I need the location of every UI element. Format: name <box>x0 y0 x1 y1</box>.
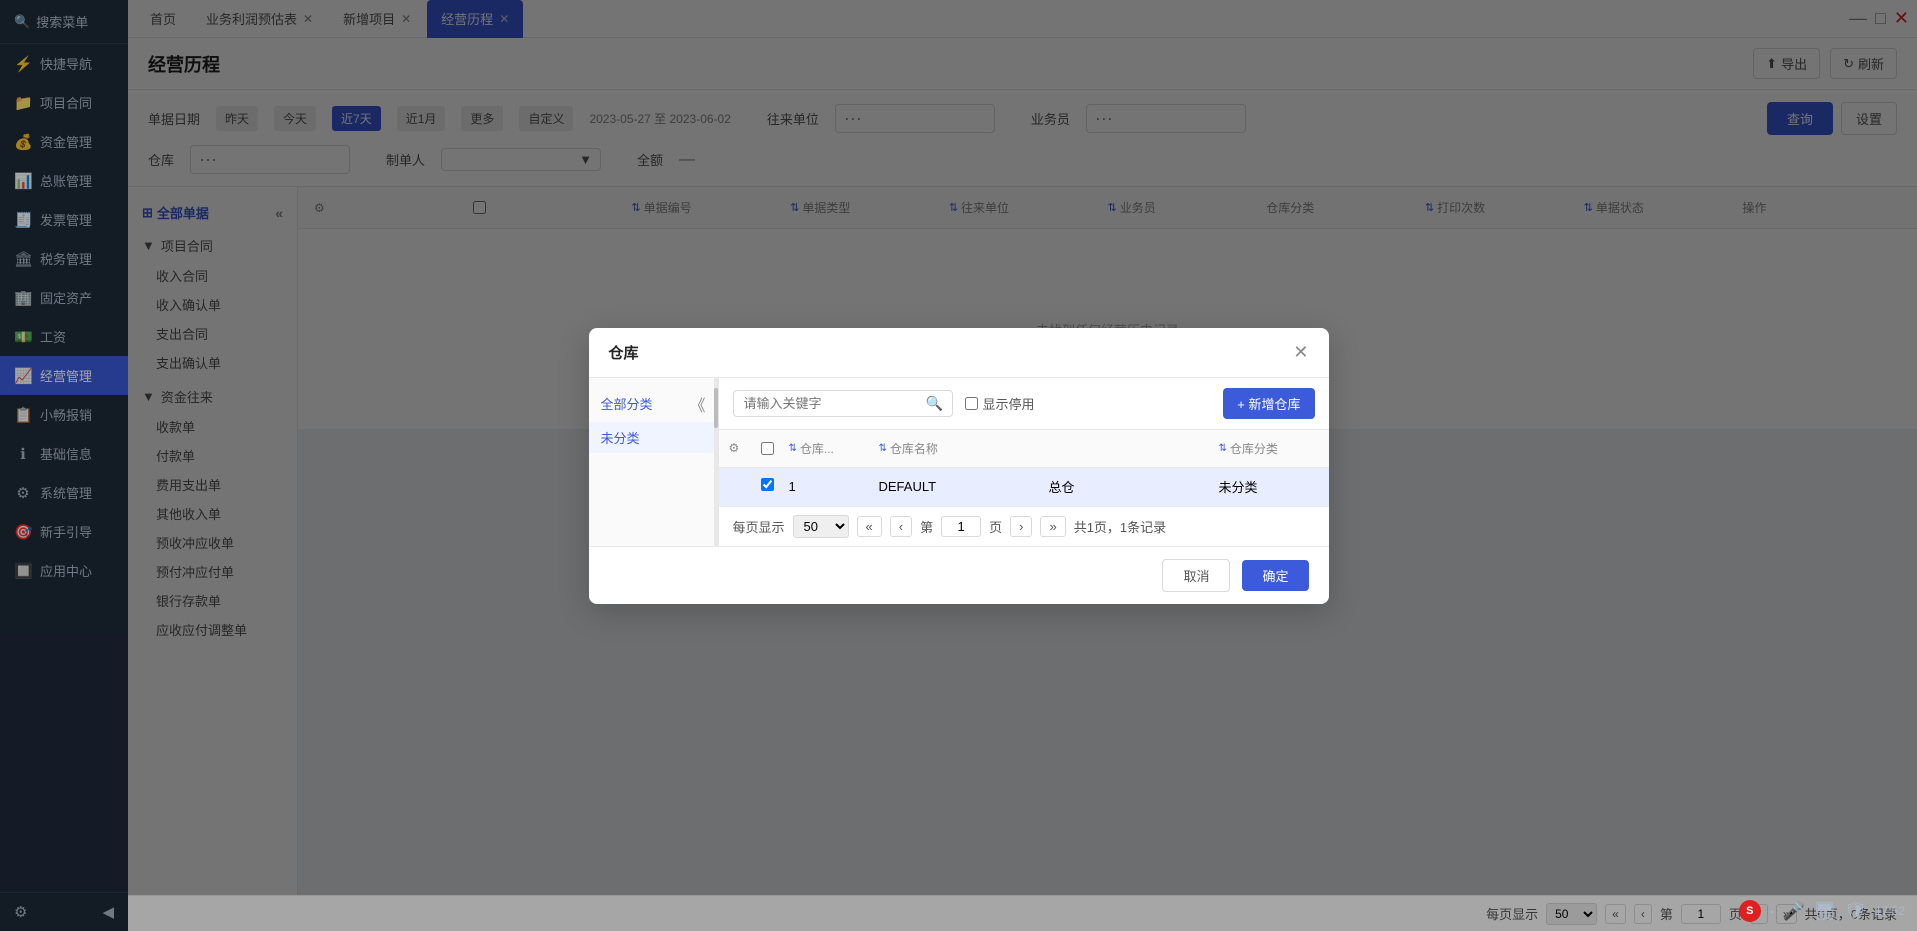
th-modal-gear: ⚙ <box>729 441 761 455</box>
left-scrollbar <box>714 378 718 546</box>
all-categories-label: 全部分类 <box>601 394 653 413</box>
modal-prev-page[interactable]: ‹ <box>890 516 912 537</box>
confirm-button[interactable]: 确定 <box>1242 560 1308 591</box>
show-disabled-text: 显示停用 <box>983 394 1035 413</box>
taskbar-time: 17:52 <box>1875 904 1905 918</box>
add-btn-label: + 新增仓库 <box>1237 394 1300 413</box>
modal-left-header[interactable]: 全部分类 《 <box>589 386 718 422</box>
col-label: 仓库... <box>800 440 834 457</box>
dialog-actions: 取消 确定 <box>589 546 1329 604</box>
modal-body: 全部分类 《 未分类 🔍 <box>589 378 1329 546</box>
modal-page-input[interactable] <box>941 516 981 537</box>
modal-next-page[interactable]: › <box>1010 516 1032 537</box>
modal-search-input[interactable] <box>744 396 920 411</box>
systray-mic-icon: 🎤 <box>1783 901 1805 922</box>
modal-pagination: 每页显示 50 100 « ‹ 第 页 › » 共1页，1条记录 <box>733 515 1167 538</box>
systray-dot-icon: · <box>1769 901 1775 922</box>
row-checkbox[interactable] <box>761 478 774 491</box>
page-label-modal: 页 <box>989 517 1002 536</box>
col-label: 仓库分类 <box>1230 440 1278 457</box>
systray-s-badge: S <box>1739 900 1761 922</box>
per-page-label-modal: 每页显示 <box>733 517 785 536</box>
modal-overlay: 仓库 ✕ 全部分类 《 未分类 <box>0 0 1917 931</box>
systray-shield-icon: 🛡 <box>1844 901 1867 922</box>
systray-monitor-icon: 🖥 <box>1813 901 1836 922</box>
modal-select-all[interactable] <box>761 442 774 455</box>
show-disabled-label[interactable]: 显示停用 <box>965 394 1035 413</box>
left-panel-toggle[interactable]: 《 <box>689 392 705 416</box>
left-panel-item-uncategorized[interactable]: 未分类 <box>589 422 718 453</box>
sort-icon: ⇅ <box>789 443 797 454</box>
col-label: 仓库名称 <box>890 440 938 457</box>
modal-table: ⚙ ⇅ 仓库... ⇅ 仓库名称 <box>719 430 1329 506</box>
sort-icon-3: ⇅ <box>1219 443 1227 454</box>
th-modal-name[interactable]: ⇅ 仓库名称 <box>879 440 1219 457</box>
modal-table-header: ⚙ ⇅ 仓库... ⇅ 仓库名称 <box>719 430 1329 468</box>
modal-per-page-select[interactable]: 50 100 <box>793 515 849 538</box>
modal-total-info: 共1页，1条记录 <box>1074 517 1166 536</box>
left-scrollbar-thumb <box>714 388 718 428</box>
row-code: DEFAULT <box>879 479 1049 494</box>
modal-table-row[interactable]: 1 DEFAULT 总仓 未分类 <box>719 468 1329 506</box>
cancel-button[interactable]: 取消 <box>1162 559 1230 592</box>
add-warehouse-button[interactable]: + 新增仓库 <box>1223 388 1314 419</box>
row-category: 未分类 <box>1219 477 1319 496</box>
row-id: 1 <box>789 479 879 494</box>
warehouse-modal: 仓库 ✕ 全部分类 《 未分类 <box>589 328 1329 604</box>
row-check[interactable] <box>761 478 789 494</box>
th-modal-check <box>761 442 789 455</box>
modal-close-button[interactable]: ✕ <box>1293 342 1308 363</box>
modal-search-wrap: 🔍 <box>733 390 953 417</box>
page-num-label-modal: 第 <box>920 517 933 536</box>
modal-toolbar: 🔍 显示停用 + 新增仓库 <box>719 378 1329 430</box>
systray: S · 🎤 🖥 🛡 17:52 <box>1717 891 1917 931</box>
modal-title: 仓库 <box>609 342 639 363</box>
modal-search-icon: 🔍 <box>926 395 943 412</box>
row-name: 总仓 <box>1049 477 1219 496</box>
th-modal-id[interactable]: ⇅ 仓库... <box>789 440 879 457</box>
sort-icon-2: ⇅ <box>879 443 887 454</box>
gear-icon-modal: ⚙ <box>729 441 740 455</box>
modal-pagination-footer: 每页显示 50 100 « ‹ 第 页 › » 共1页，1条记录 <box>719 506 1329 546</box>
modal-header: 仓库 ✕ <box>589 328 1329 378</box>
modal-right-panel: 🔍 显示停用 + 新增仓库 ⚙ <box>719 378 1329 546</box>
th-modal-cat[interactable]: ⇅ 仓库分类 <box>1219 440 1319 457</box>
modal-first-page[interactable]: « <box>857 516 882 537</box>
show-disabled-checkbox[interactable] <box>965 397 978 410</box>
modal-last-page[interactable]: » <box>1040 516 1065 537</box>
modal-left-panel: 全部分类 《 未分类 <box>589 378 719 546</box>
